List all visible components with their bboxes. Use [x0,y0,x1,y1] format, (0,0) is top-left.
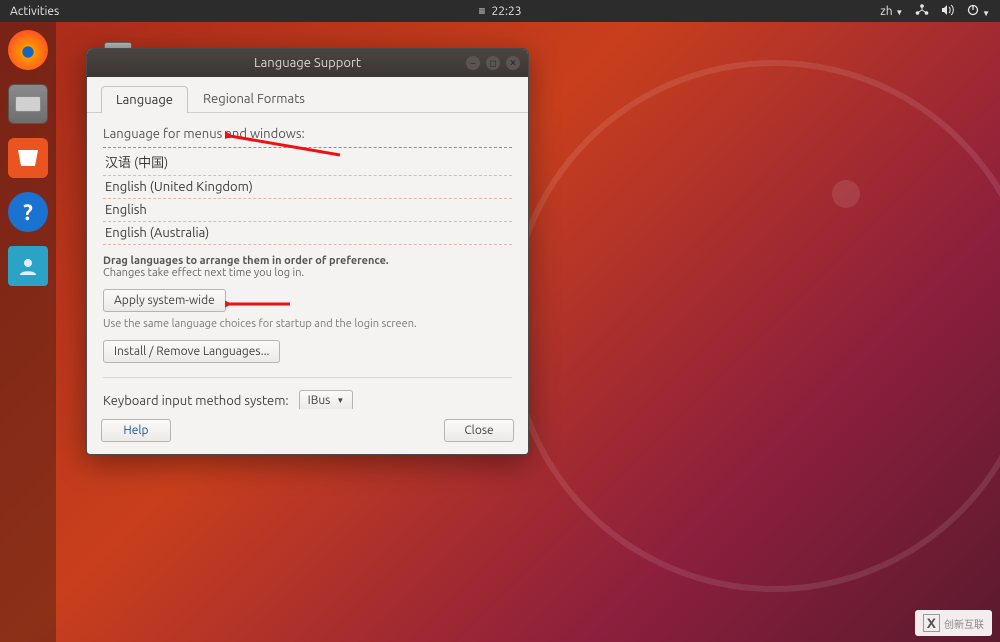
input-method-select[interactable]: IBus ▼ [299,390,354,409]
divider [103,377,512,378]
close-icon[interactable]: ✕ [506,56,520,70]
tab-language[interactable]: Language [101,86,188,113]
volume-icon[interactable] [941,4,955,19]
network-icon[interactable] [915,4,929,19]
language-list[interactable]: 汉语 (中国) English (United Kingdom) English… [103,147,512,247]
time-text: 22:23 [491,5,521,18]
power-menu[interactable]: ▼ [967,4,990,19]
install-remove-languages-button[interactable]: Install / Remove Languages... [103,340,280,363]
clock[interactable]: ≡ 22:23 [478,4,521,18]
firefox-icon[interactable] [8,30,48,70]
dock: ? [0,22,56,642]
apply-sub-label: Use the same language choices for startu… [103,318,512,330]
titlebar[interactable]: Language Support – ◻ ✕ [87,49,528,77]
tab-bar: Language Regional Formats [87,77,528,113]
window-title: Language Support [254,56,361,70]
help-button[interactable]: Help [101,419,171,442]
activities-button[interactable]: Activities [10,5,59,18]
files-icon[interactable] [8,84,48,124]
menus-windows-label: Language for menus and windows: [103,127,512,141]
chevron-down-icon: ▼ [336,396,344,405]
minimize-icon[interactable]: – [466,56,480,70]
list-item[interactable]: English [103,199,512,222]
menu-icon: ≡ [478,4,485,18]
desktop: Activities ≡ 22:23 zh ▼ ▼ ? [0,0,1000,642]
keyboard-input-label: Keyboard input method system: [103,394,289,408]
drag-hint: Drag languages to arrange them in order … [103,255,512,279]
accounts-icon[interactable] [8,246,48,286]
top-bar: Activities ≡ 22:23 zh ▼ ▼ [0,0,1000,22]
language-support-window: Language Support – ◻ ✕ Language Regional… [86,48,529,455]
list-item[interactable]: 汉语 (中国) [103,148,512,176]
help-icon[interactable]: ? [8,192,48,232]
maximize-icon[interactable]: ◻ [486,56,500,70]
tab-regional-formats[interactable]: Regional Formats [188,85,320,112]
list-item[interactable]: English (Canada) [103,245,512,247]
input-method-indicator[interactable]: zh ▼ [880,5,903,18]
list-item[interactable]: English (United Kingdom) [103,176,512,199]
list-item[interactable]: English (Australia) [103,222,512,245]
close-button[interactable]: Close [444,419,514,442]
apply-system-wide-button[interactable]: Apply system-wide [103,289,226,312]
software-center-icon[interactable] [8,138,48,178]
watermark: X创新互联 [915,610,992,636]
